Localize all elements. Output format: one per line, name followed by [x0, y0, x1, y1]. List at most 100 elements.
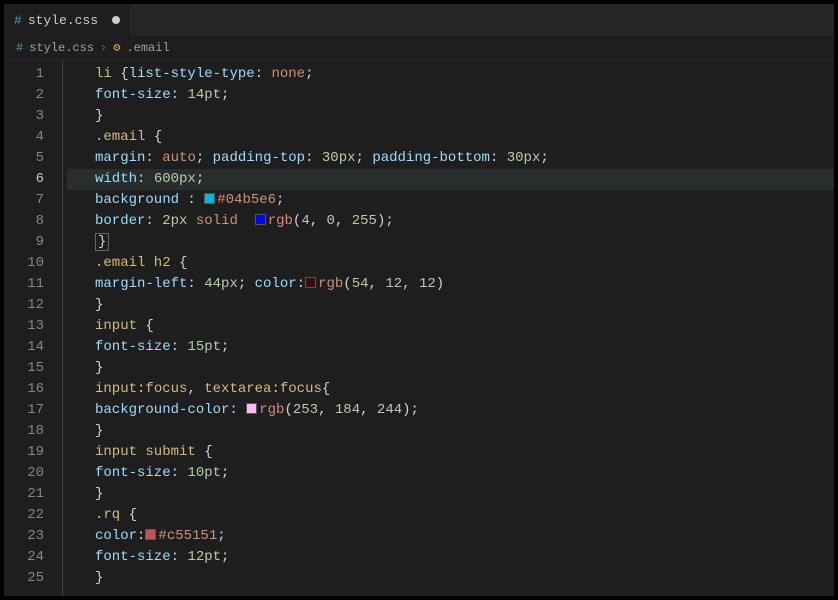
token-prop: padding-bottom — [372, 150, 490, 166]
token-sel: textarea — [204, 381, 271, 397]
line-number: 16 — [4, 379, 62, 400]
line-number: 19 — [4, 442, 62, 463]
token-punc: { — [145, 318, 153, 334]
token-punc — [187, 213, 195, 229]
color-swatch-icon[interactable] — [255, 214, 266, 225]
token-punc: : — [145, 150, 162, 166]
token-num: 30px — [507, 150, 541, 166]
code-line[interactable]: li {list-style-type: none; — [67, 64, 834, 85]
token-punc: : — [187, 192, 204, 208]
token-prop: background-color — [95, 402, 229, 418]
token-num: 44px — [204, 276, 238, 292]
token-punc: ; — [221, 87, 229, 103]
token-num: 244 — [377, 402, 402, 418]
token-punc: : — [171, 87, 188, 103]
code-line[interactable]: } — [67, 421, 834, 442]
code-line[interactable]: } — [67, 568, 834, 589]
token-punc: { — [129, 507, 137, 523]
code-line[interactable]: input:focus, textarea:focus{ — [67, 379, 834, 400]
code-line[interactable]: font-size: 10pt; — [67, 463, 834, 484]
code-line[interactable]: color:#c55151; — [67, 526, 834, 547]
token-punc: : — [171, 465, 188, 481]
breadcrumb[interactable]: # style.css › ⚙ .email — [4, 36, 834, 60]
code-line[interactable]: margin-left: 44px; color:rgb(54, 12, 12) — [67, 274, 834, 295]
line-number: 17 — [4, 400, 62, 421]
code-line[interactable]: margin: auto; padding-top: 30px; padding… — [67, 148, 834, 169]
breadcrumb-symbol: .email — [126, 41, 169, 55]
token-val: none — [271, 66, 305, 82]
code-line[interactable]: } — [67, 484, 834, 505]
token-num: 2px — [162, 213, 187, 229]
code-content[interactable]: li {list-style-type: none;font-size: 14p… — [67, 60, 834, 596]
token-punc: } — [95, 423, 103, 439]
code-line[interactable]: background-color: rgb(253, 184, 244); — [67, 400, 834, 421]
color-swatch-icon[interactable] — [145, 529, 156, 540]
tab-stylecss[interactable]: # style.css — [4, 4, 130, 36]
token-val: #04b5e6 — [217, 192, 276, 208]
token-prop: font-size — [95, 339, 171, 355]
token-punc: , — [369, 276, 386, 292]
token-punc: : — [255, 66, 272, 82]
line-number: 25 — [4, 568, 62, 589]
token-punc: : — [171, 549, 188, 565]
token-punc: ; — [540, 150, 548, 166]
token-sel: .rq — [95, 507, 129, 523]
symbol-icon: ⚙ — [113, 40, 120, 55]
code-line[interactable]: } — [67, 295, 834, 316]
token-punc: ( — [284, 402, 292, 418]
line-number: 24 — [4, 547, 62, 568]
color-swatch-icon[interactable] — [204, 193, 215, 204]
code-line[interactable]: .email { — [67, 127, 834, 148]
editor-area: 1234567891011121314151617181920212223242… — [4, 60, 834, 596]
code-line[interactable]: border: 2px solid rgb(4, 0, 255); — [67, 211, 834, 232]
token-punc: ; — [196, 150, 213, 166]
token-punc: { — [154, 129, 162, 145]
token-prop: background — [95, 192, 187, 208]
chevron-right-icon: › — [100, 41, 107, 55]
css-file-icon: # — [16, 41, 23, 55]
code-line[interactable]: input submit { — [67, 442, 834, 463]
code-line[interactable]: input { — [67, 316, 834, 337]
token-punc: { — [120, 66, 128, 82]
token-num: 4 — [301, 213, 309, 229]
line-number: 7 — [4, 190, 62, 211]
line-number: 3 — [4, 106, 62, 127]
code-line[interactable]: .email h2 { — [67, 253, 834, 274]
token-val: #c55151 — [158, 528, 217, 544]
code-line[interactable]: font-size: 14pt; — [67, 85, 834, 106]
token-sel: .email h2 — [95, 255, 179, 271]
tab-bar: # style.css — [4, 4, 834, 36]
token-prop: width — [95, 171, 137, 187]
line-number-gutter: 1234567891011121314151617181920212223242… — [4, 60, 62, 596]
token-punc: ; — [221, 465, 229, 481]
token-num: 255 — [352, 213, 377, 229]
code-line[interactable]: .rq { — [67, 505, 834, 526]
tab-label: style.css — [28, 13, 98, 28]
token-sel: focus — [280, 381, 322, 397]
code-line[interactable]: } — [67, 358, 834, 379]
token-punc: , — [402, 276, 419, 292]
token-num: 253 — [293, 402, 318, 418]
token-sel: .email — [95, 129, 154, 145]
color-swatch-icon[interactable] — [246, 403, 257, 414]
code-line[interactable]: } — [67, 232, 834, 253]
color-swatch-icon[interactable] — [305, 277, 316, 288]
line-number: 18 — [4, 421, 62, 442]
line-number: 21 — [4, 484, 62, 505]
line-number: 8 — [4, 211, 62, 232]
token-val: solid — [196, 213, 238, 229]
code-line[interactable]: font-size: 12pt; — [67, 547, 834, 568]
token-num: 184 — [335, 402, 360, 418]
line-number: 5 — [4, 148, 62, 169]
token-prop: padding-top — [213, 150, 305, 166]
token-punc — [238, 213, 255, 229]
line-number: 22 — [4, 505, 62, 526]
code-line[interactable]: width: 600px; — [67, 169, 834, 190]
token-num: 15pt — [187, 339, 221, 355]
code-line[interactable]: background : #04b5e6; — [67, 190, 834, 211]
code-line[interactable]: } — [67, 106, 834, 127]
token-punc: : — [137, 528, 145, 544]
token-val: auto — [162, 150, 196, 166]
token-prop: margin — [95, 150, 145, 166]
code-line[interactable]: font-size: 15pt; — [67, 337, 834, 358]
